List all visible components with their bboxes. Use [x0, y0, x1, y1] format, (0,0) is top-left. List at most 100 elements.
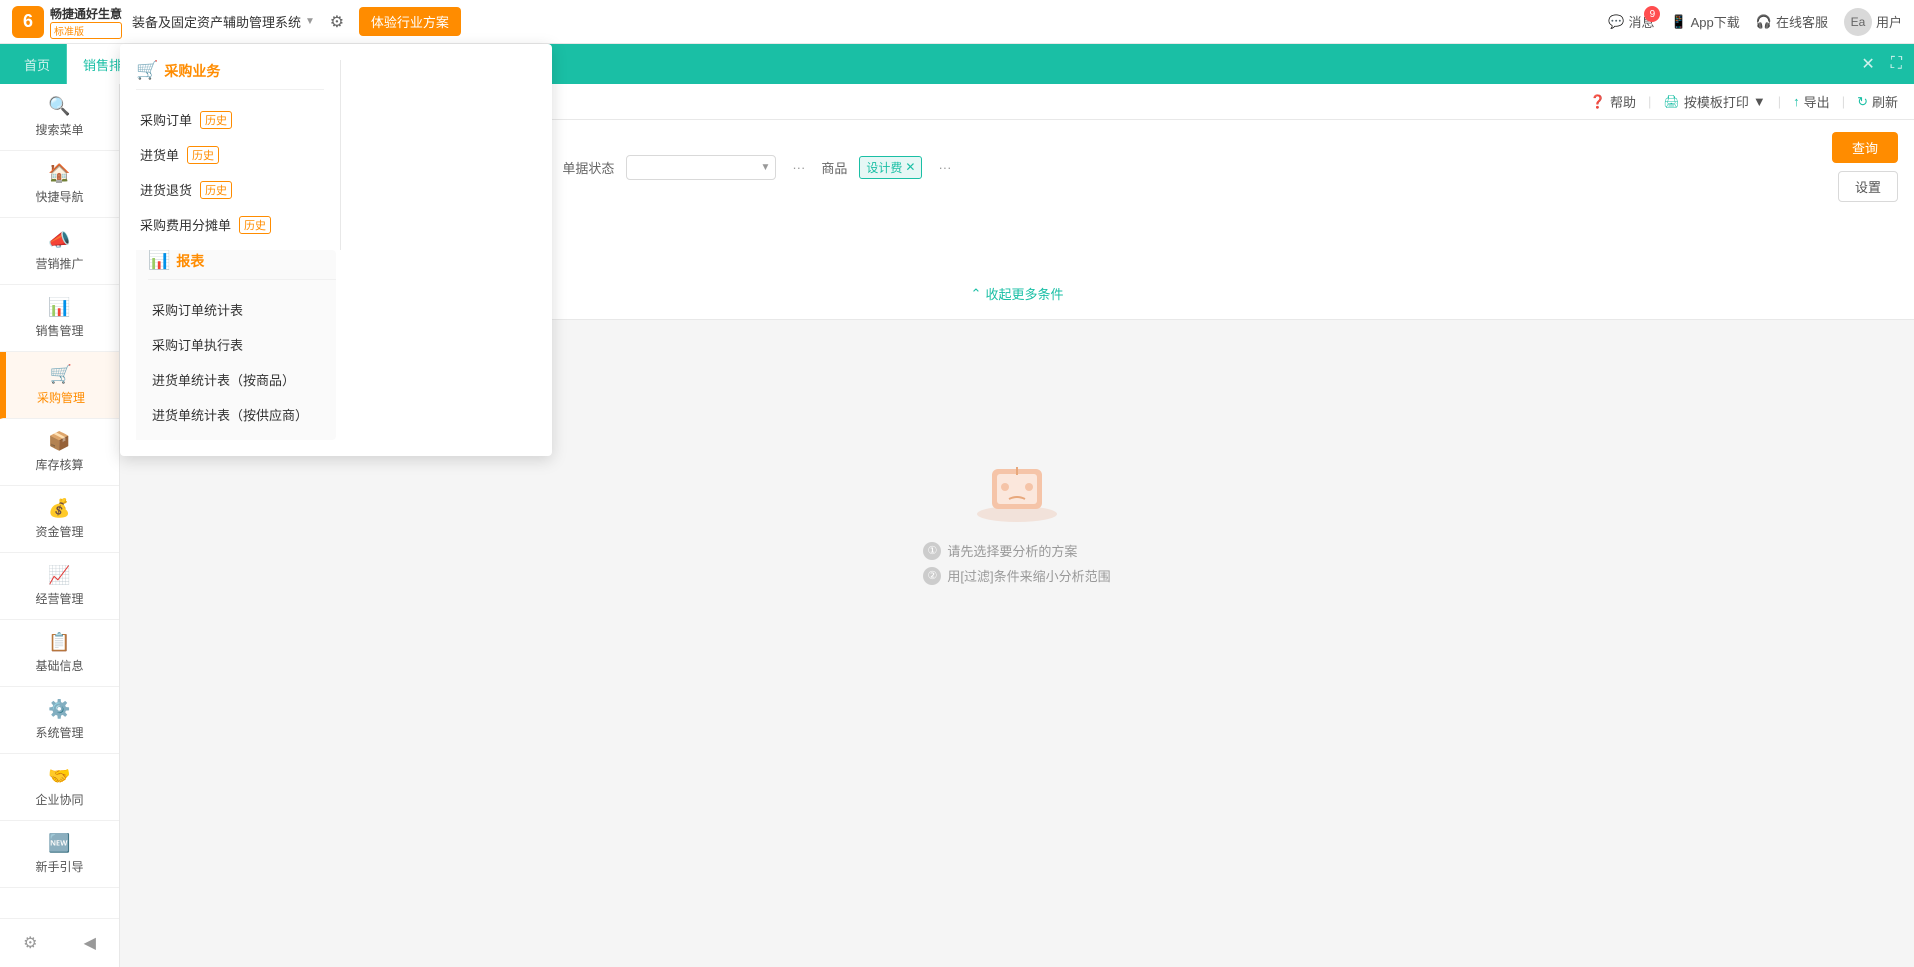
cost-history[interactable]: 历史: [239, 216, 271, 234]
headset-icon: 🎧: [1756, 14, 1772, 30]
hint2-num: ②: [923, 567, 941, 585]
marketing-icon: 📣: [48, 230, 70, 251]
goods-tag: 设计费 ✕: [859, 156, 922, 179]
help-icon: ❓: [1590, 94, 1606, 110]
dropdown-divider: [340, 60, 532, 250]
help-button[interactable]: ❓ 帮助: [1590, 92, 1636, 111]
user-item[interactable]: Ea 用户: [1844, 8, 1902, 36]
home-icon: 🏠: [48, 163, 70, 184]
return-history[interactable]: 历史: [200, 181, 232, 199]
empty-text: ① 请先选择要分析的方案 ② 用[过滤]条件来缩小分析范围: [923, 541, 1110, 591]
sidebar-item-system[interactable]: ⚙️ 系统管理: [0, 687, 119, 754]
dropdown-item-inbound-by-goods[interactable]: 进货单统计表（按商品）: [148, 362, 336, 397]
sidebar-item-purchase[interactable]: 🛒 采购管理: [0, 352, 119, 419]
dropdown-item-order-stats[interactable]: 采购订单统计表: [148, 292, 336, 327]
dropdown-item-inbound-by-supplier[interactable]: 进货单统计表（按供应商）: [148, 397, 336, 432]
print-button[interactable]: 🖨 按模板打印 ▼: [1663, 92, 1765, 111]
collapse-up-icon: ⌃: [971, 286, 982, 302]
system-name-arrow: ▼: [305, 16, 315, 27]
active-bar: [3, 352, 6, 418]
tab-bar-right: ✕ ⛶: [1857, 50, 1906, 78]
inbound-history[interactable]: 历史: [187, 146, 219, 164]
sidebar-item-sales[interactable]: 📊 销售管理: [0, 285, 119, 352]
sidebar-collapse-btn[interactable]: ◀: [80, 929, 100, 957]
sidebar-item-marketing-label: 营销推广: [35, 255, 83, 272]
service-item[interactable]: 🎧 在线客服: [1756, 12, 1828, 31]
settings-icon[interactable]: ⚙: [323, 8, 351, 36]
finance-icon: 💰: [48, 498, 70, 519]
dropdown-item-cost[interactable]: 采购费用分摊单 历史: [136, 207, 324, 242]
sidebar-item-search-label: 搜索菜单: [35, 121, 83, 138]
message-badge: 9: [1644, 6, 1660, 22]
logo-icon: 6: [12, 6, 44, 38]
search-icon: 🔍: [48, 96, 70, 117]
export-icon: ↑: [1793, 94, 1800, 109]
logo-area: 6 畅捷通好生意 标准版: [12, 5, 132, 39]
dropdown-item-inbound[interactable]: 进货单 历史: [136, 137, 324, 172]
cost-label: 采购费用分摊单: [140, 215, 231, 234]
user-avatar: Ea: [1844, 8, 1872, 36]
system-name[interactable]: 装备及固定资产辅助管理系统 ▼: [132, 12, 315, 31]
purchase-dropdown: 🛒 采购业务 采购订单 历史 进货单 历史 进货退货 历史 采购费用分摊单 历史: [120, 44, 552, 456]
sidebar-settings-btn[interactable]: ⚙: [19, 929, 41, 957]
industry-button[interactable]: 体验行业方案: [359, 7, 461, 36]
sidebar-item-guide-label: 新手引导: [35, 858, 83, 875]
sidebar-item-operations[interactable]: 📈 经营管理: [0, 553, 119, 620]
guide-icon: 🆕: [48, 833, 70, 854]
tab-expand-icon[interactable]: ⛶: [1887, 51, 1906, 77]
top-bar-nav: 装备及固定资产辅助管理系统 ▼ ⚙ 体验行业方案: [132, 7, 1608, 36]
status-dots[interactable]: ···: [788, 160, 809, 175]
print-arrow-icon: ▼: [1753, 94, 1766, 109]
phone-icon: 📱: [1670, 14, 1686, 30]
return-label: 进货退货: [140, 180, 192, 199]
main-layout: 🔍 搜索菜单 🏠 快捷导航 📣 营销推广 📊 销售管理 🛒 采购管理 📦 库存核…: [0, 84, 1914, 967]
query-button[interactable]: 查询: [1832, 132, 1898, 163]
dropdown-item-return[interactable]: 进货退货 历史: [136, 172, 324, 207]
export-button[interactable]: ↑ 导出: [1793, 92, 1830, 111]
sidebar-item-enterprise-label: 企业协同: [35, 791, 83, 808]
sidebar-item-basic-label: 基础信息: [35, 657, 83, 674]
tab-close-all-icon[interactable]: ✕: [1857, 50, 1878, 78]
purchase-icon: 🛒: [50, 364, 72, 385]
sidebar-item-inventory-label: 库存核算: [35, 456, 83, 473]
settings-button[interactable]: 设置: [1838, 171, 1898, 202]
enterprise-icon: 🤝: [48, 766, 70, 787]
sidebar-item-basic[interactable]: 📋 基础信息: [0, 620, 119, 687]
purchase-section-title: 🛒 采购业务: [136, 60, 324, 90]
order-stats-label: 采购订单统计表: [152, 300, 243, 319]
sidebar-item-guide[interactable]: 🆕 新手引导: [0, 821, 119, 888]
tab-home[interactable]: 首页: [8, 44, 67, 84]
goods-tag-text: 设计费: [866, 159, 902, 176]
inbound-supplier-label: 进货单统计表（按供应商）: [152, 405, 308, 424]
status-select[interactable]: [626, 155, 776, 180]
dropdown-item-purchase-order[interactable]: 采购订单 历史: [136, 102, 324, 137]
goods-dots[interactable]: ···: [934, 160, 955, 175]
sidebar-item-system-label: 系统管理: [35, 724, 83, 741]
operations-icon: 📈: [48, 565, 70, 586]
tab-home-label: 首页: [24, 55, 50, 74]
sidebar-item-marketing[interactable]: 📣 营销推广: [0, 218, 119, 285]
sidebar-item-search[interactable]: 🔍 搜索菜单: [0, 84, 119, 151]
hint2-text: 用[过滤]条件来缩小分析范围: [947, 566, 1110, 585]
sidebar-item-enterprise[interactable]: 🤝 企业协同: [0, 754, 119, 821]
empty-illustration: [967, 449, 1067, 529]
dropdown-item-order-exec[interactable]: 采购订单执行表: [148, 327, 336, 362]
refresh-button[interactable]: ↻ 刷新: [1857, 92, 1898, 111]
toolbar-divider-3: |: [1842, 94, 1845, 109]
message-item[interactable]: 💬 消息 9: [1608, 12, 1654, 31]
purchase-order-history[interactable]: 历史: [200, 111, 232, 129]
inbound-goods-label: 进货单统计表（按商品）: [152, 370, 295, 389]
sidebar-item-quicknav[interactable]: 🏠 快捷导航: [0, 151, 119, 218]
sidebar-item-purchase-label: 采购管理: [37, 389, 85, 406]
inventory-icon: 📦: [48, 431, 70, 452]
sidebar-item-inventory[interactable]: 📦 库存核算: [0, 419, 119, 486]
sidebar-bottom: ⚙ ◀: [0, 918, 119, 967]
logo-title: 畅捷通好生意: [50, 5, 122, 22]
app-download-item[interactable]: 📱 App下载: [1670, 12, 1739, 31]
logo-badge: 标准版: [50, 22, 122, 39]
sidebar-item-operations-label: 经营管理: [35, 590, 83, 607]
sales-icon: 📊: [48, 297, 70, 318]
goods-tag-close[interactable]: ✕: [905, 160, 915, 174]
inbound-label: 进货单: [140, 145, 179, 164]
sidebar-item-finance[interactable]: 💰 资金管理: [0, 486, 119, 553]
